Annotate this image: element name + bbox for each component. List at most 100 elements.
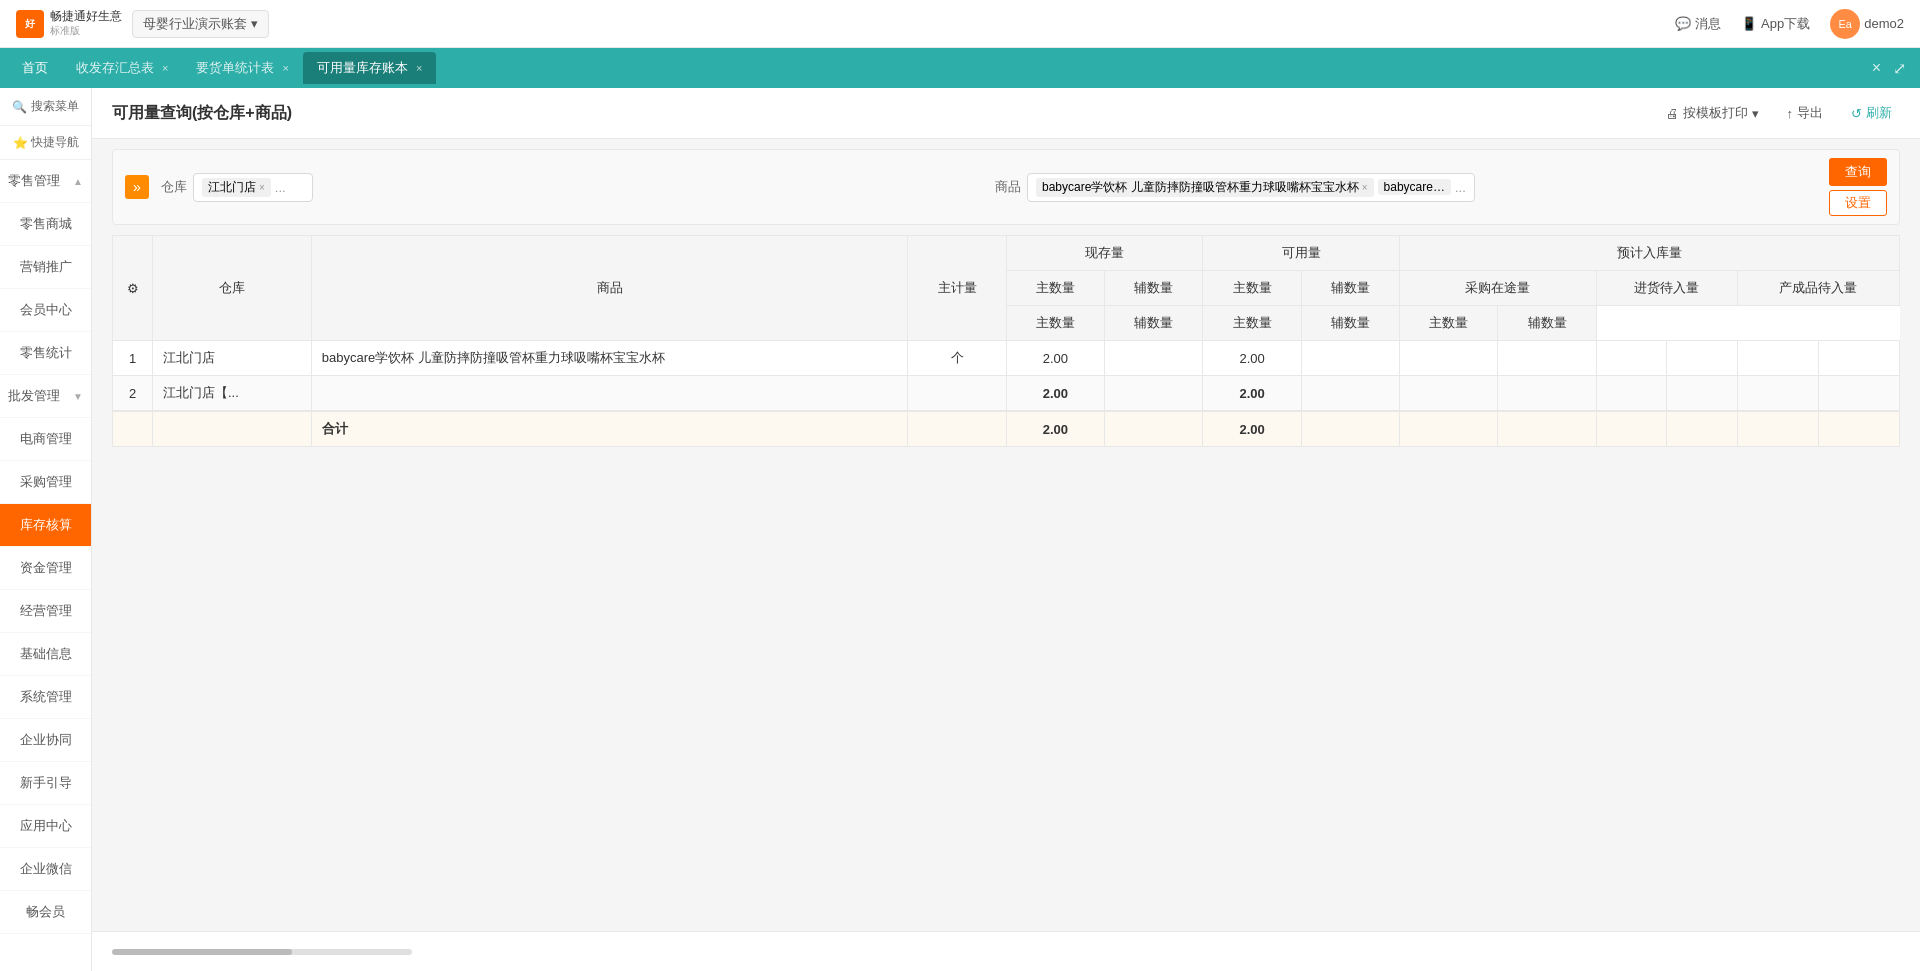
sidebar-item-operations[interactable]: 经营管理 — [0, 590, 91, 633]
sidebar-item-app-center[interactable]: 应用中心 — [0, 805, 91, 848]
logo-text: 畅捷通好生意 — [50, 9, 122, 25]
col-avail-main-header: 主数量 — [1203, 271, 1301, 306]
sidebar-item-label: 畅会员 — [26, 903, 65, 921]
table-container: ⚙ 仓库 商品 主计量 现存量 可用量 预计入库量 主数量 辅数量 主数量 — [92, 235, 1920, 931]
sidebar-item-enterprise[interactable]: 企业协同 — [0, 719, 91, 762]
tab-receive-summary[interactable]: 收发存汇总表 × — [62, 52, 182, 84]
sidebar-item-label: 营销推广 — [20, 258, 72, 276]
horizontal-scrollbar[interactable] — [112, 949, 412, 955]
product-tag-1-close[interactable]: × — [1362, 182, 1368, 193]
export-icon: ↑ — [1787, 106, 1794, 121]
sidebar: 🔍 搜索菜单 ⭐ 快捷导航 零售管理 ▲ 零售商城 营销推广 会员中心 零售统计… — [0, 88, 92, 971]
template-print-btn[interactable]: 🖨 按模板打印 ▾ — [1658, 100, 1767, 126]
sidebar-item-purchase[interactable]: 采购管理 — [0, 461, 91, 504]
sidebar-item-label: 采购管理 — [20, 473, 72, 491]
col-product-pending-header: 产成品待入量 — [1737, 271, 1899, 306]
refresh-btn[interactable]: ↺ 刷新 — [1843, 100, 1900, 126]
quick-nav-btn[interactable]: ⭐ 快捷导航 — [0, 126, 91, 160]
table-row: 2 江北门店【... 2.00 2.00 — [113, 376, 1900, 412]
sidebar-search-btn[interactable]: 🔍 搜索菜单 — [8, 98, 83, 115]
logo-sub: 标准版 — [50, 24, 122, 38]
filter-expand-btn[interactable]: » — [125, 175, 149, 199]
tab-bar-right: × ⤢ — [1870, 57, 1920, 80]
top-bar-left: 好 畅捷通好生意 标准版 母婴行业演示账套 ▾ — [16, 9, 269, 39]
user-name: demo2 — [1864, 16, 1904, 31]
tab-available-close[interactable]: × — [416, 62, 422, 74]
page-actions: 🖨 按模板打印 ▾ ↑ 导出 ↺ 刷新 — [1658, 100, 1901, 126]
col-pt-aux-header: 辅数量 — [1105, 306, 1203, 341]
sidebar-item-basic-info[interactable]: 基础信息 — [0, 633, 91, 676]
sidebar-item-wholesale[interactable]: 批发管理 ▼ — [0, 375, 91, 418]
sidebar-item-marketing[interactable]: 营销推广 — [0, 246, 91, 289]
row-index: 2 — [113, 376, 153, 412]
col-pp-aux-header: 辅数量 — [1498, 306, 1596, 341]
settings-btn[interactable]: 设置 — [1829, 190, 1887, 216]
chevron-down-icon: ▼ — [73, 391, 83, 402]
export-btn[interactable]: ↑ 导出 — [1779, 100, 1832, 126]
restore-btn[interactable]: ⤢ — [1891, 57, 1908, 80]
industry-label: 母婴行业演示账套 — [143, 15, 247, 33]
tab-available-inventory[interactable]: 可用量库存账本 × — [303, 52, 436, 84]
tab-available-label: 可用量库存账本 — [317, 59, 408, 77]
chevron-up-icon: ▲ — [73, 176, 83, 187]
close-all-btn[interactable]: × — [1870, 57, 1883, 79]
star-icon: ⭐ — [13, 136, 28, 150]
top-bar: 好 畅捷通好生意 标准版 母婴行业演示账套 ▾ 💬 消息 📱 App下载 Ea … — [0, 0, 1920, 48]
gear-icon[interactable]: ⚙ — [127, 281, 139, 296]
col-settings-icon: ⚙ — [113, 236, 153, 341]
sidebar-search-area: 🔍 搜索菜单 — [0, 88, 91, 126]
top-bar-right: 💬 消息 📱 App下载 Ea demo2 — [1675, 9, 1904, 39]
row-pp-main — [1737, 341, 1818, 376]
row-warehouse: 江北门店 — [153, 341, 312, 376]
sidebar-item-system[interactable]: 系统管理 — [0, 676, 91, 719]
chevron-down-icon: ▾ — [251, 16, 258, 31]
col-purchase-transit-header: 采购在途量 — [1400, 271, 1597, 306]
sidebar-item-label: 零售统计 — [20, 344, 72, 362]
row-stock-main: 2.00 — [1006, 341, 1104, 376]
sidebar-item-member[interactable]: 会员中心 — [0, 289, 91, 332]
sidebar-item-ecommerce[interactable]: 电商管理 — [0, 418, 91, 461]
row-pt-main — [1400, 376, 1498, 412]
row-warehouse: 江北门店【... — [153, 376, 312, 412]
warehouse-tag: 江北门店 × — [202, 178, 271, 197]
product-tag-1: babycare学饮杯 儿童防摔防撞吸管杯重力球吸嘴杯宝宝水杯 × — [1036, 178, 1374, 197]
user-menu[interactable]: Ea demo2 — [1830, 9, 1904, 39]
sidebar-item-mall[interactable]: 零售商城 — [0, 203, 91, 246]
page-header: 可用量查询(按仓库+商品) 🖨 按模板打印 ▾ ↑ 导出 ↺ 刷新 — [92, 88, 1920, 139]
col-incoming-header: 预计入库量 — [1400, 236, 1900, 271]
row-pt-aux — [1498, 341, 1596, 376]
message-icon: 💬 — [1675, 16, 1691, 31]
sidebar-item-inventory[interactable]: 库存核算 — [0, 504, 91, 547]
sidebar-item-label: 企业协同 — [20, 731, 72, 749]
home-tab-label: 首页 — [22, 59, 48, 77]
product-filter-value[interactable]: babycare学饮杯 儿童防摔防撞吸管杯重力球吸嘴杯宝宝水杯 × babyca… — [1027, 173, 1475, 202]
tab-bar: 首页 收发存汇总表 × 要货单统计表 × 可用量库存账本 × × ⤢ — [0, 48, 1920, 88]
product-more[interactable]: ... — [1455, 180, 1466, 195]
tab-order-label: 要货单统计表 — [196, 59, 274, 77]
tab-home[interactable]: 首页 — [8, 52, 62, 84]
sidebar-item-member2[interactable]: 畅会员 — [0, 891, 91, 934]
sidebar-item-enterprise-wechat[interactable]: 企业微信 — [0, 848, 91, 891]
sidebar-item-finance[interactable]: 资金管理 — [0, 547, 91, 590]
sidebar-item-zero-sales[interactable]: 零售管理 ▲ — [0, 160, 91, 203]
tab-receive-close[interactable]: × — [162, 62, 168, 74]
industry-selector[interactable]: 母婴行业演示账套 ▾ — [132, 10, 269, 38]
sidebar-item-label: 系统管理 — [20, 688, 72, 706]
sidebar-item-new-user[interactable]: 新手引导 — [0, 762, 91, 805]
sidebar-item-label: 经营管理 — [20, 602, 72, 620]
message-btn[interactable]: 💬 消息 — [1675, 15, 1721, 33]
query-btn[interactable]: 查询 — [1829, 158, 1887, 186]
row-ip-main — [1596, 376, 1666, 412]
row-pt-main — [1400, 341, 1498, 376]
main-layout: 🔍 搜索菜单 ⭐ 快捷导航 零售管理 ▲ 零售商城 营销推广 会员中心 零售统计… — [0, 88, 1920, 971]
app-download-btn[interactable]: 📱 App下载 — [1741, 15, 1810, 33]
col-incoming-pending-header: 进货待入量 — [1596, 271, 1737, 306]
tab-order-close[interactable]: × — [282, 62, 288, 74]
warehouse-more[interactable]: ... — [275, 180, 286, 195]
warehouse-filter-value[interactable]: 江北门店 × ... — [193, 173, 313, 202]
warehouse-tag-close[interactable]: × — [259, 182, 265, 193]
sidebar-item-label: 资金管理 — [20, 559, 72, 577]
sidebar-item-retail-stats[interactable]: 零售统计 — [0, 332, 91, 375]
row-pp-aux — [1818, 376, 1899, 412]
tab-order-stats[interactable]: 要货单统计表 × — [182, 52, 302, 84]
